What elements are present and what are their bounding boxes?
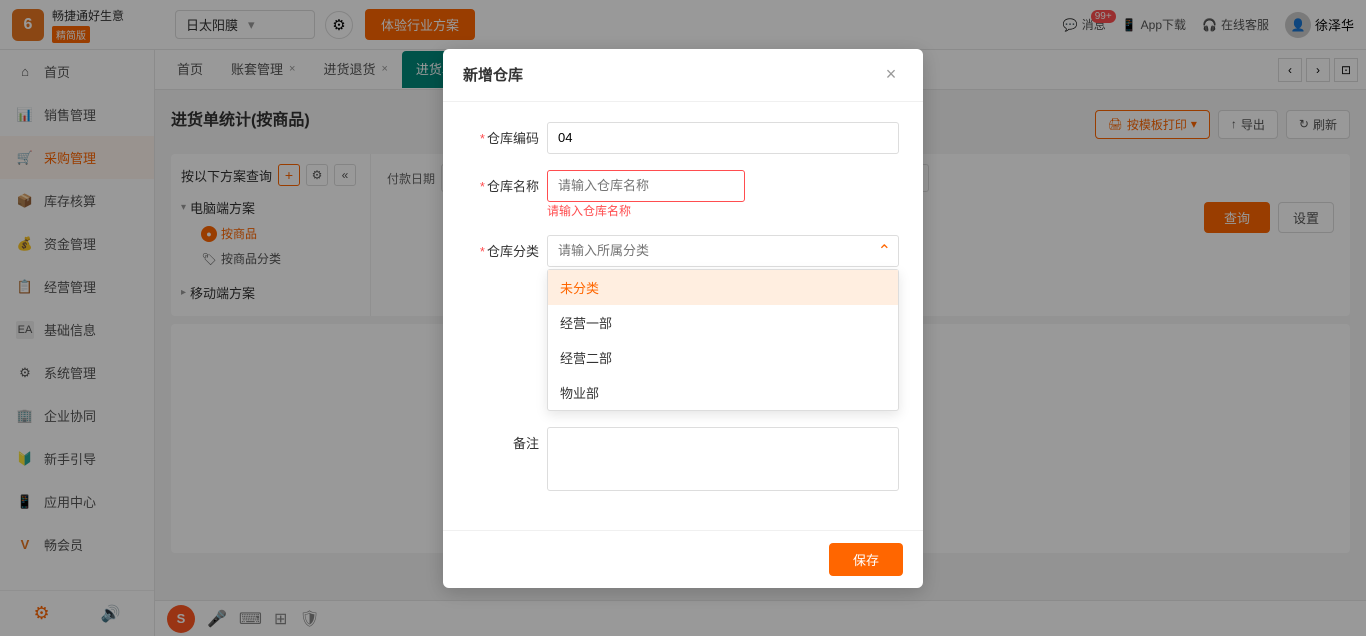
warehouse-name-error: 请输入仓库名称 — [547, 204, 631, 218]
dropdown-item-dept1[interactable]: 经营一部 — [548, 305, 898, 340]
warehouse-name-input[interactable] — [547, 170, 745, 202]
modal-save-btn[interactable]: 保存 — [829, 543, 903, 576]
warehouse-modal: 新增仓库 × 仓库编码 仓库名称 请输入仓库名称 — [443, 49, 923, 588]
warehouse-name-error-area: 请输入仓库名称 — [547, 202, 631, 219]
dropdown-item-property[interactable]: 物业部 — [548, 375, 898, 410]
warehouse-code-control — [547, 122, 899, 154]
warehouse-code-row: 仓库编码 — [467, 122, 899, 154]
modal-close-btn[interactable]: × — [879, 63, 903, 87]
modal-body: 仓库编码 仓库名称 请输入仓库名称 仓库分类 — [443, 102, 923, 530]
modal-overlay: 新增仓库 × 仓库编码 仓库名称 请输入仓库名称 — [0, 0, 1366, 636]
warehouse-remarks-row: 备注 — [467, 427, 899, 494]
modal-title: 新增仓库 — [463, 64, 523, 85]
warehouse-remarks-control — [547, 427, 899, 494]
dropdown-item-none[interactable]: 未分类 — [548, 270, 898, 305]
warehouse-category-row: 仓库分类 ⌃ 未分类 经营一部 经营二部 物业部 — [467, 235, 899, 267]
warehouse-name-control — [547, 170, 745, 202]
category-dropdown: 未分类 经营一部 经营二部 物业部 — [547, 269, 899, 411]
warehouse-category-control: ⌃ 未分类 经营一部 经营二部 物业部 — [547, 235, 899, 267]
warehouse-category-input[interactable] — [547, 235, 899, 267]
warehouse-code-label: 仓库编码 — [467, 122, 547, 147]
modal-footer: 保存 — [443, 530, 923, 588]
warehouse-name-label: 仓库名称 — [467, 170, 547, 195]
warehouse-name-inner: 仓库名称 — [467, 170, 745, 202]
warehouse-code-input[interactable] — [547, 122, 899, 154]
warehouse-name-row: 仓库名称 请输入仓库名称 — [467, 170, 899, 219]
dropdown-item-dept2[interactable]: 经营二部 — [548, 340, 898, 375]
warehouse-category-select-wrapper: ⌃ — [547, 235, 899, 267]
warehouse-remarks-input[interactable] — [547, 427, 899, 491]
modal-header: 新增仓库 × — [443, 49, 923, 102]
warehouse-category-label: 仓库分类 — [467, 235, 547, 260]
warehouse-remarks-label: 备注 — [467, 427, 547, 452]
